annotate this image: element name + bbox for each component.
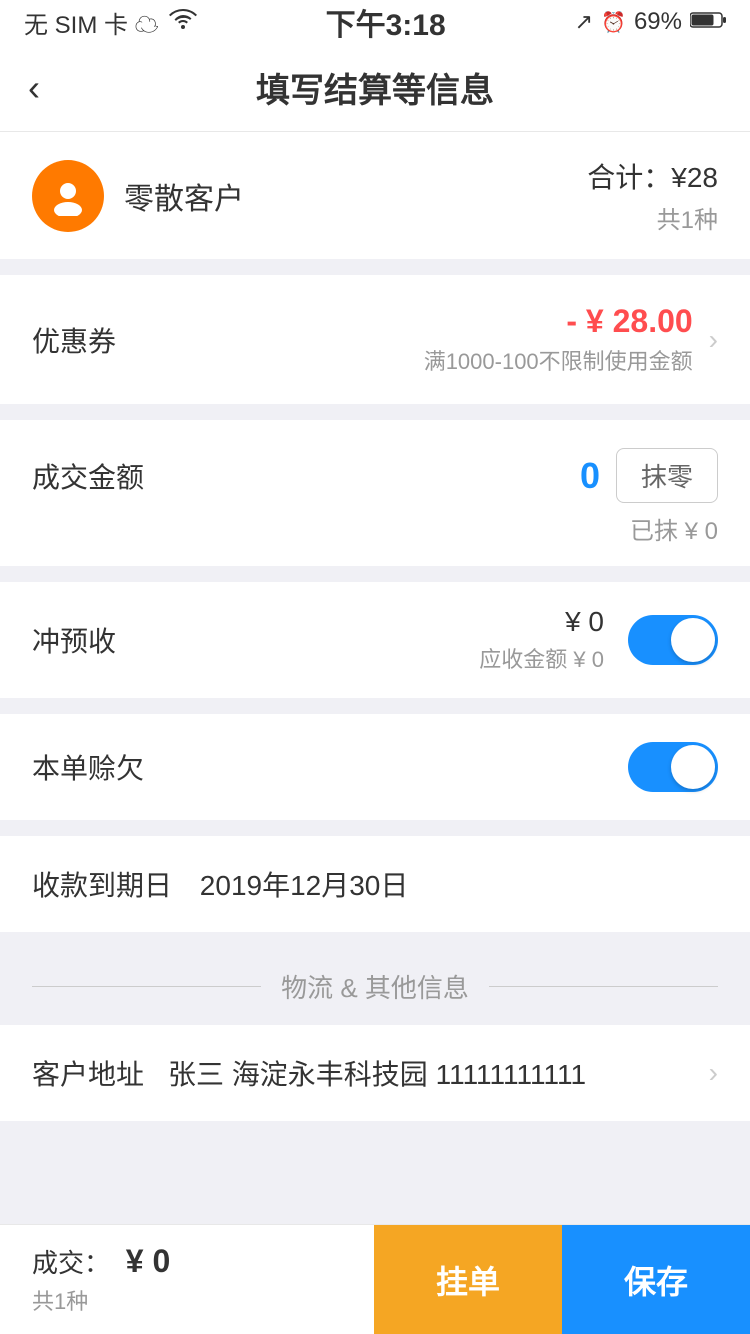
status-right: ↗ ⏰ 69%: [575, 8, 726, 36]
alarm-icon: ⏰: [601, 10, 626, 35]
bottom-deal-label: 成交：: [32, 1248, 110, 1278]
page-title: 填写结算等信息: [256, 63, 494, 112]
address-value: 张三 海淀永丰科技园 11111111111: [168, 1053, 709, 1093]
bottom-bar: 成交： ¥ 0 共1种 挂单 保存: [0, 1224, 750, 1334]
logistics-label: 物流 & 其他信息: [281, 968, 469, 1005]
address-chevron-icon: ›: [709, 1057, 718, 1089]
due-date-value: 2019年12月30日: [200, 870, 409, 901]
total-amount: 合计：¥28: [587, 156, 718, 196]
prepay-info: ¥ 0 应收金额 ¥ 0: [479, 606, 604, 674]
hold-button[interactable]: 挂单: [374, 1225, 562, 1334]
coupon-value: - ¥ 28.00: [424, 303, 693, 340]
customer-row: 零散客户 合计：¥28 共1种: [0, 132, 750, 259]
deal-row: 成交金额 0 抹零: [0, 420, 750, 511]
save-button[interactable]: 保存: [562, 1225, 750, 1334]
customer-total: 合计：¥28 共1种: [587, 156, 718, 235]
battery-percent: 69%: [634, 8, 682, 36]
status-left: 无 SIM 卡 ☁: [24, 5, 197, 40]
prepay-right: ¥ 0 应收金额 ¥ 0: [479, 606, 718, 674]
coupon-row[interactable]: 优惠券 - ¥ 28.00 满1000-100不限制使用金额 ›: [0, 275, 750, 404]
bottom-count: 共1种: [32, 1284, 342, 1316]
address-section[interactable]: 客户地址 张三 海淀永丰科技园 11111111111 ›: [0, 1025, 750, 1121]
prepay-row: 冲预收 ¥ 0 应收金额 ¥ 0: [0, 582, 750, 698]
deal-right: 0 抹零: [580, 448, 718, 503]
deal-amount-value[interactable]: 0: [580, 455, 600, 497]
total-count: 共1种: [587, 200, 718, 235]
customer-name: 零散客户: [124, 174, 244, 218]
prepay-sub: 应收金额 ¥ 0: [479, 642, 604, 674]
prepay-section: 冲预收 ¥ 0 应收金额 ¥ 0: [0, 582, 750, 698]
debt-toggle[interactable]: [628, 742, 718, 792]
coupon-label: 优惠券: [32, 320, 116, 360]
coupon-right: - ¥ 28.00 满1000-100不限制使用金额 ›: [424, 303, 718, 376]
coupon-chevron-icon: ›: [709, 324, 718, 356]
sim-label: 无 SIM 卡 ☁: [24, 5, 159, 40]
status-bar: 无 SIM 卡 ☁ 下午3:18 ↗ ⏰ 69%: [0, 0, 750, 44]
prepay-toggle[interactable]: [628, 615, 718, 665]
coupon-section: 优惠券 - ¥ 28.00 满1000-100不限制使用金额 ›: [0, 275, 750, 404]
wifi-icon: [169, 8, 197, 36]
bottom-summary: 成交： ¥ 0 共1种: [0, 1243, 374, 1316]
logistics-section-header: 物流 & 其他信息: [0, 948, 750, 1025]
debt-section: 本单赊欠: [0, 714, 750, 820]
due-date-section: 收款到期日 2019年12月30日: [0, 836, 750, 932]
coupon-info: - ¥ 28.00 满1000-100不限制使用金额: [424, 303, 693, 376]
address-label: 客户地址: [32, 1053, 144, 1093]
deal-section: 成交金额 0 抹零 已抹 ¥ 0: [0, 420, 750, 566]
nav-bar: ‹ 填写结算等信息: [0, 44, 750, 132]
back-button[interactable]: ‹: [28, 67, 40, 109]
prepay-label: 冲预收: [32, 620, 116, 660]
coupon-desc: 满1000-100不限制使用金额: [424, 344, 693, 376]
deal-label: 成交金额: [32, 456, 144, 496]
prepay-amount: ¥ 0: [479, 606, 604, 638]
debt-label: 本单赊欠: [32, 747, 144, 787]
bottom-deal-row: 成交： ¥ 0: [32, 1243, 342, 1280]
customer-left: 零散客户: [32, 160, 244, 232]
battery-icon: [690, 8, 726, 36]
status-time: 下午3:18: [326, 0, 446, 44]
due-date-label: 收款到期日: [32, 870, 172, 901]
avatar: [32, 160, 104, 232]
location-icon: ↗: [575, 9, 593, 35]
content: 零散客户 合计：¥28 共1种 优惠券 - ¥ 28.00 满1000-100不…: [0, 132, 750, 1257]
deal-sub: 已抹 ¥ 0: [0, 511, 750, 566]
round-zero-button[interactable]: 抹零: [616, 448, 718, 503]
bottom-deal-amount: ¥ 0: [126, 1243, 170, 1279]
